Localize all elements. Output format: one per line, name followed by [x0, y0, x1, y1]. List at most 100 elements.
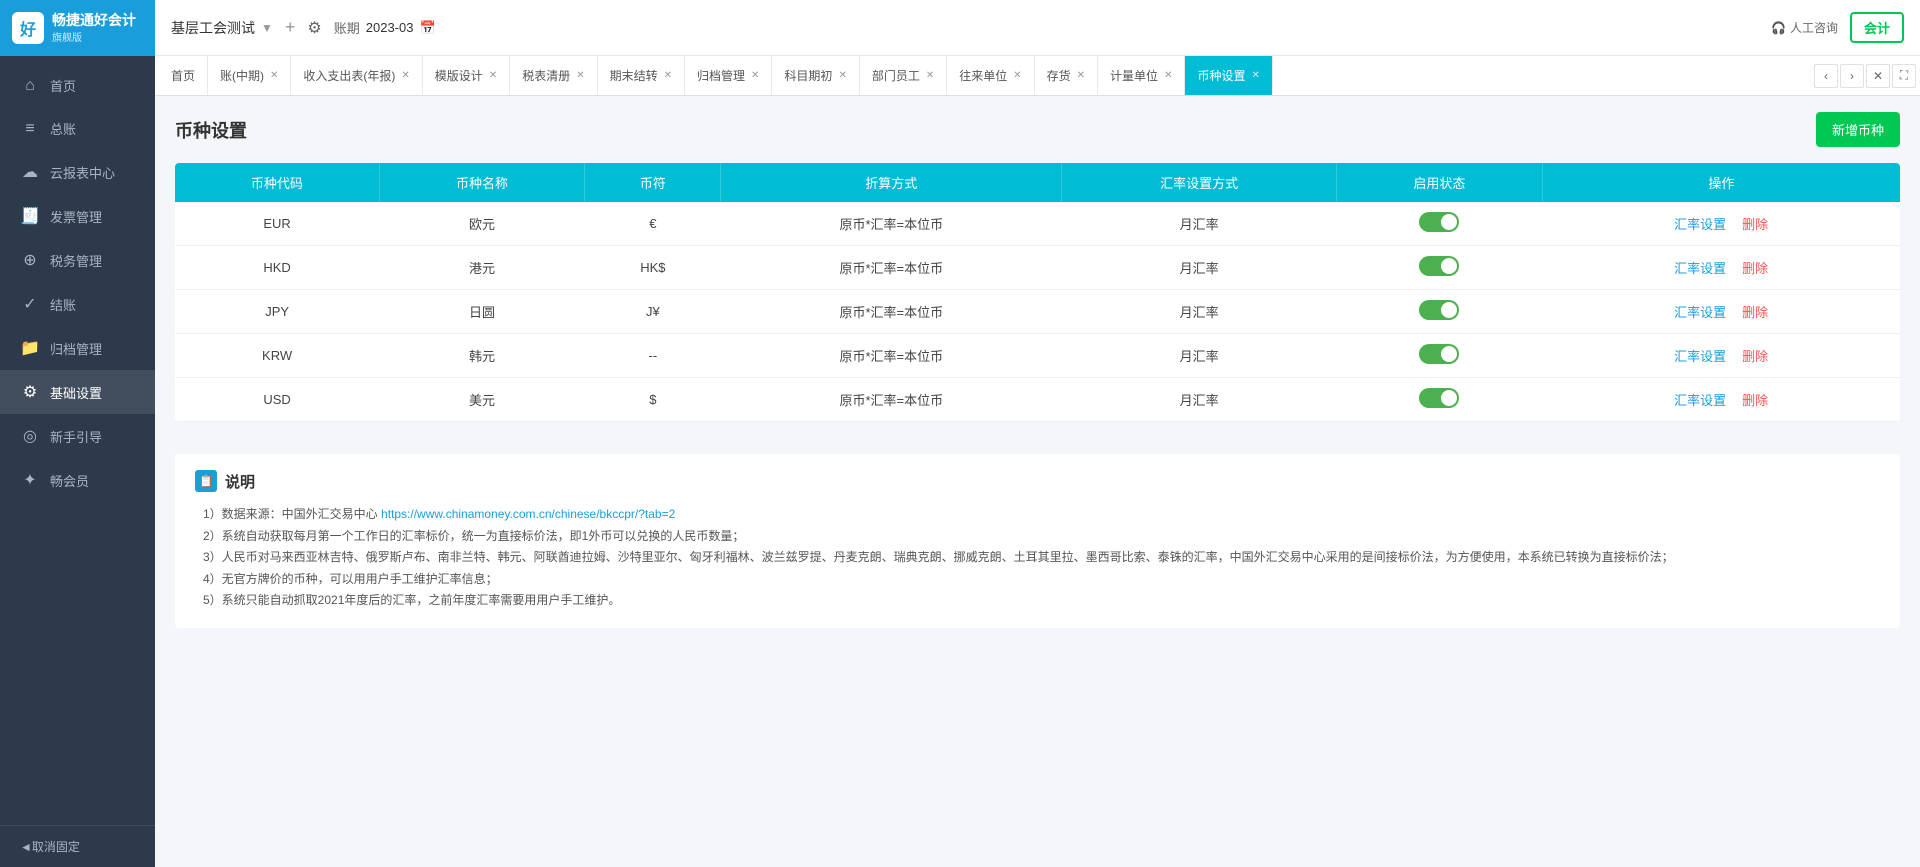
tab-archive[interactable]: 归档管理✕: [685, 56, 772, 96]
cell-2-3: 原币*汇率=本位币: [721, 290, 1062, 334]
tab-label-income: 收入支出表(年报): [303, 67, 395, 84]
cell-toggle-2: [1337, 290, 1543, 334]
tab-expand-button[interactable]: ⛶: [1892, 64, 1916, 88]
tab-close-template[interactable]: ✕: [489, 70, 497, 81]
support-button[interactable]: 🎧 人工咨询: [1771, 19, 1838, 36]
rate-setting-button-0[interactable]: 汇率设置: [1674, 217, 1726, 232]
company-selector[interactable]: 基层工会测试 ▼: [171, 18, 273, 38]
nav-label-settings: 基础设置: [50, 383, 102, 402]
cell-1-4: 月汇率: [1062, 246, 1337, 290]
rate-setting-button-1[interactable]: 汇率设置: [1674, 261, 1726, 276]
sidebar-item-settings[interactable]: ⚙基础设置: [0, 370, 155, 414]
delete-button-0[interactable]: 删除: [1742, 217, 1768, 232]
col-header-0: 币种代码: [175, 163, 379, 202]
cell-action-3: 汇率设置 删除: [1542, 334, 1900, 378]
new-currency-button[interactable]: 新增币种: [1816, 112, 1900, 147]
sidebar-item-settlement[interactable]: ✓结账: [0, 282, 155, 326]
unpin-label: ◄取消固定: [20, 838, 80, 855]
nav-icon-reports: ☁: [20, 162, 40, 182]
cell-3-0: KRW: [175, 334, 379, 378]
nav-icon-tax: ⊕: [20, 250, 40, 270]
delete-button-3[interactable]: 删除: [1742, 349, 1768, 364]
delete-button-1[interactable]: 删除: [1742, 261, 1768, 276]
delete-button-2[interactable]: 删除: [1742, 305, 1768, 320]
tab-close-closing[interactable]: ✕: [664, 70, 672, 81]
cell-4-0: USD: [175, 378, 379, 422]
tab-income[interactable]: 收入支出表(年报) ✕: [291, 56, 422, 96]
tab-close-department[interactable]: ✕: [926, 70, 934, 81]
tab-close-tax[interactable]: ✕: [576, 70, 584, 81]
delete-button-4[interactable]: 删除: [1742, 393, 1768, 408]
notice-link[interactable]: https://www.chinamoney.com.cn/chinese/bk…: [381, 507, 675, 521]
tab-close-currency[interactable]: ✕: [1251, 70, 1259, 81]
table-row: KRW韩元--原币*汇率=本位币月汇率汇率设置删除: [175, 334, 1900, 378]
tab-close-unit[interactable]: ✕: [1164, 70, 1172, 81]
toggle-2[interactable]: [1419, 300, 1459, 320]
tab-prev-button[interactable]: ‹: [1814, 64, 1838, 88]
tab-next-button[interactable]: ›: [1840, 64, 1864, 88]
sidebar-item-invoice[interactable]: 🧾发票管理: [0, 194, 155, 238]
user-role-button[interactable]: 会计: [1850, 12, 1904, 43]
sidebar-item-home[interactable]: ⌂首页: [0, 64, 155, 107]
tab-inventory[interactable]: 存货 ✕: [1035, 56, 1098, 96]
tab-closing[interactable]: 期末结转✕: [598, 56, 685, 96]
sidebar: 好 畅捷通好会计 旗舰版 ⌂首页≡总账☁云报表中心🧾发票管理⊕税务管理✓结账📁归…: [0, 0, 155, 867]
tab-account[interactable]: 账(中期)✕: [208, 56, 291, 96]
sidebar-item-archive[interactable]: 📁归档管理: [0, 326, 155, 370]
add-company-button[interactable]: +: [285, 17, 296, 38]
tab-close-archive[interactable]: ✕: [751, 70, 759, 81]
tab-partner[interactable]: 往来单位✕: [947, 56, 1034, 96]
sidebar-item-ledger[interactable]: ≡总账: [0, 107, 155, 150]
nav-icon-settlement: ✓: [20, 294, 40, 314]
nav-icon-archive: 📁: [20, 338, 40, 358]
notice-list: 1）数据来源：中国外汇交易中心 https://www.chinamoney.c…: [195, 504, 1880, 612]
cell-action-1: 汇率设置 删除: [1542, 246, 1900, 290]
rate-setting-button-3[interactable]: 汇率设置: [1674, 349, 1726, 364]
tab-label-currency: 币种设置: [1197, 67, 1245, 84]
table-row: JPY日圆J¥原币*汇率=本位币月汇率汇率设置删除: [175, 290, 1900, 334]
cell-1-0: HKD: [175, 246, 379, 290]
toggle-0[interactable]: [1419, 212, 1459, 232]
tab-close-all-button[interactable]: ✕: [1866, 64, 1890, 88]
sidebar-unpin[interactable]: ◄取消固定: [0, 825, 155, 867]
toggle-4[interactable]: [1419, 388, 1459, 408]
tab-close-account[interactable]: ✕: [270, 70, 278, 81]
rate-setting-button-2[interactable]: 汇率设置: [1674, 305, 1726, 320]
notice-icon: 📋: [195, 470, 217, 492]
nav-label-ledger: 总账: [50, 119, 76, 138]
notice-item-3: 4）无官方牌价的币种，可以用用户手工维护汇率信息；: [195, 569, 1880, 591]
nav-icon-home: ⌂: [20, 77, 40, 95]
sidebar-item-member[interactable]: ✦畅会员: [0, 458, 155, 502]
sidebar-item-guide[interactable]: ◎新手引导: [0, 414, 155, 458]
cell-action-0: 汇率设置 删除: [1542, 202, 1900, 246]
toggle-3[interactable]: [1419, 344, 1459, 364]
main-area: 基层工会测试 ▼ + ⚙ 账期 2023-03 📅 🎧 人工咨询 会计 首页账(…: [155, 0, 1920, 867]
period-label: 账期: [334, 18, 360, 37]
company-settings-button[interactable]: ⚙: [307, 18, 321, 38]
sidebar-item-reports[interactable]: ☁云报表中心: [0, 150, 155, 194]
sidebar-item-tax[interactable]: ⊕税务管理: [0, 238, 155, 282]
tab-close-partner[interactable]: ✕: [1013, 70, 1021, 81]
calendar-icon[interactable]: 📅: [419, 20, 435, 36]
tab-department[interactable]: 部门员工✕: [860, 56, 947, 96]
toggle-1[interactable]: [1419, 256, 1459, 276]
cell-3-2: --: [585, 334, 721, 378]
col-header-2: 币符: [585, 163, 721, 202]
tab-label-inventory: 存货: [1047, 67, 1071, 84]
logo-sub: 旗舰版: [52, 29, 136, 44]
tab-home[interactable]: 首页: [159, 56, 208, 96]
tab-subject[interactable]: 科目期初✕: [772, 56, 859, 96]
rate-setting-button-4[interactable]: 汇率设置: [1674, 393, 1726, 408]
tab-close-subject[interactable]: ✕: [838, 70, 846, 81]
tab-close-inventory[interactable]: ✕: [1077, 70, 1085, 81]
nav-icon-invoice: 🧾: [20, 206, 40, 226]
cell-1-1: 港元: [379, 246, 585, 290]
tab-close-income[interactable]: ✕: [401, 70, 409, 81]
cell-action-2: 汇率设置 删除: [1542, 290, 1900, 334]
cell-4-3: 原币*汇率=本位币: [721, 378, 1062, 422]
cell-1-2: HK$: [585, 246, 721, 290]
tab-template[interactable]: 模版设计✕: [423, 56, 510, 96]
tab-currency[interactable]: 币种设置 ✕: [1185, 56, 1272, 96]
tab-tax[interactable]: 税表清册✕: [510, 56, 597, 96]
tab-unit[interactable]: 计量单位✕: [1098, 56, 1185, 96]
